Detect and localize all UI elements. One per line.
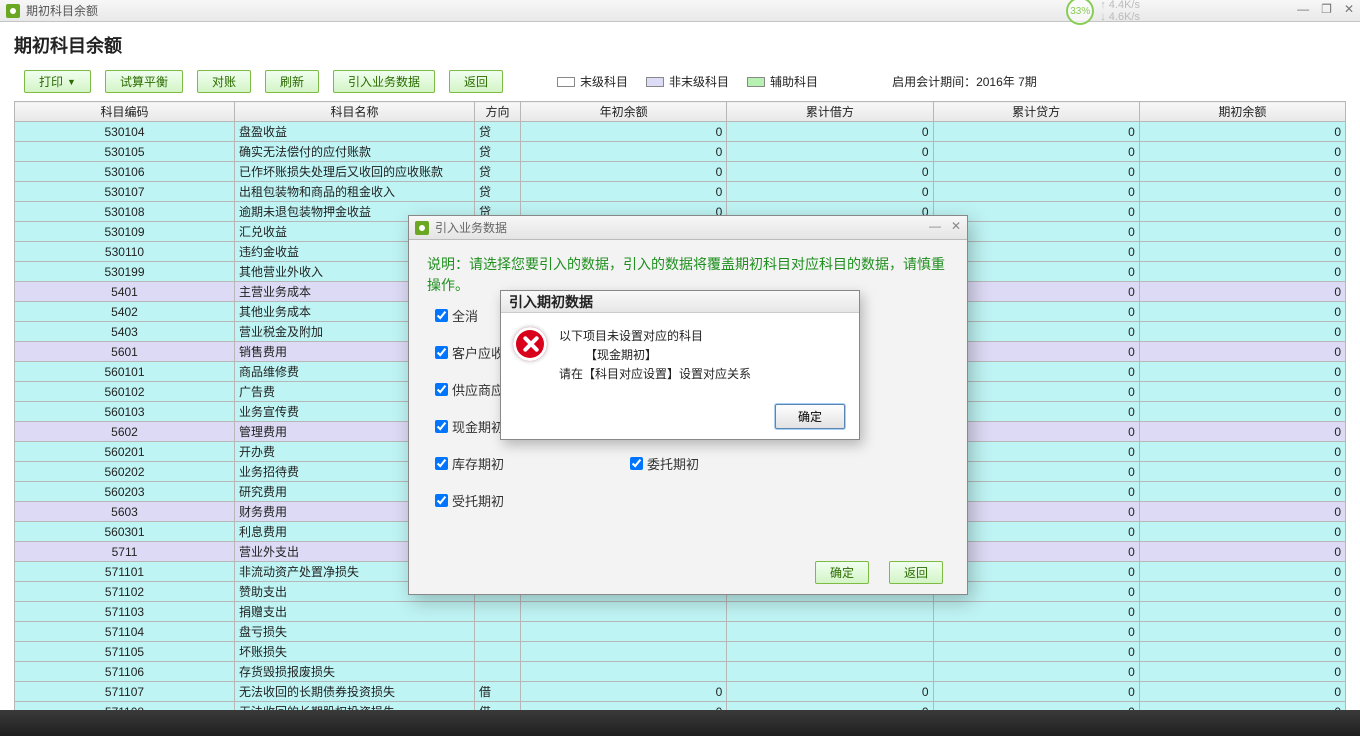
table-row[interactable]: 571103捐赠支出00 [15,602,1346,622]
alert-message: 以下项目未设置对应的科目 【现金期初】 请在【科目对应设置】设置对应关系 [559,327,751,385]
refresh-button[interactable]: 刷新 [265,70,319,93]
print-button[interactable]: 打印 ▼ [24,70,91,93]
dialog-close-icon[interactable]: ✕ [951,219,961,233]
table-row[interactable]: 530105确实无法偿付的应付账款贷0000 [15,142,1346,162]
table-row[interactable]: 530104盘盈收益贷0000 [15,122,1346,142]
net-down: ↓ 4.6K/s [1100,11,1140,23]
legend-swatch-last [557,77,575,87]
import-dialog-title: 引入业务数据 [435,219,507,236]
grid-header-cell[interactable]: 期初余额 [1139,102,1345,122]
table-row[interactable]: 571105坏账损失00 [15,642,1346,662]
table-row[interactable]: 571104盘亏损失00 [15,622,1346,642]
back-button[interactable]: 返回 [449,70,503,93]
grid-header-cell[interactable]: 科目名称 [235,102,475,122]
grid-header-cell[interactable]: 年初余额 [521,102,727,122]
outer-titlebar: 期初科目余额 33% ↑ 4.4K/s ↓ 4.6K/s — ❐ ✕ [0,0,1360,22]
alert-title[interactable]: 引入期初数据 [501,291,859,313]
legend-swatch-nonlast [646,77,664,87]
grid-header-row: 科目编码科目名称方向年初余额累计借方累计贷方期初余额 [15,102,1346,122]
grid-header-cell[interactable]: 累计贷方 [933,102,1139,122]
chevron-down-icon: ▼ [67,77,76,87]
import-dialog-back-button[interactable]: 返回 [889,561,943,584]
toolbar: 打印 ▼ 试算平衡 对账 刷新 引入业务数据 返回 末级科目 非末级科目 辅助科… [0,66,1360,101]
import-business-data-button[interactable]: 引入业务数据 [333,70,435,93]
grid-header-cell[interactable]: 科目编码 [15,102,235,122]
window-title: 期初科目余额 [26,2,98,19]
check-stock[interactable]: 库存期初 [435,454,600,473]
trial-balance-button[interactable]: 试算平衡 [105,70,183,93]
alert-ok-button[interactable]: 确定 [775,404,845,429]
table-row[interactable]: 530107出租包装物和商品的租金收入贷0000 [15,182,1346,202]
net-up: ↑ 4.4K/s [1100,0,1140,11]
table-row[interactable]: 530106已作坏账损失处理后又收回的应收账款贷0000 [15,162,1346,182]
legend-swatch-aux [747,77,765,87]
network-monitor: 33% ↑ 4.4K/s ↓ 4.6K/s [1066,0,1140,25]
close-icon[interactable]: ✕ [1344,2,1354,16]
error-icon [513,327,547,361]
import-dialog-titlebar[interactable]: 引入业务数据 — ✕ [409,216,967,240]
alert-dialog: 引入期初数据 以下项目未设置对应的科目 【现金期初】 请在【科目对应设置】设置对… [500,290,860,440]
period-label: 启用会计期间：2016年 7期 [892,73,1037,90]
os-taskbar[interactable] [0,710,1360,736]
import-dialog-ok-button[interactable]: 确定 [815,561,869,584]
window-controls: — ❐ ✕ [1297,2,1354,16]
dialog-minimize-icon[interactable]: — [929,219,941,233]
legend: 末级科目 非末级科目 辅助科目 [557,73,818,90]
page-title: 期初科目余额 [14,32,1346,58]
dialog-lock-icon [415,221,429,235]
check-entrust[interactable]: 受托期初 [435,491,600,510]
minimize-icon[interactable]: — [1297,2,1309,16]
grid-header-cell[interactable]: 方向 [475,102,521,122]
maximize-icon[interactable]: ❐ [1321,2,1332,16]
table-row[interactable]: 571107无法收回的长期债券投资损失借0000 [15,682,1346,702]
app-icon [6,4,20,18]
reconcile-button[interactable]: 对账 [197,70,251,93]
check-consign[interactable]: 委托期初 [630,454,795,473]
table-row[interactable]: 571106存货毁损报废损失00 [15,662,1346,682]
grid-header-cell[interactable]: 累计借方 [727,102,933,122]
net-percent: 33% [1066,0,1094,25]
